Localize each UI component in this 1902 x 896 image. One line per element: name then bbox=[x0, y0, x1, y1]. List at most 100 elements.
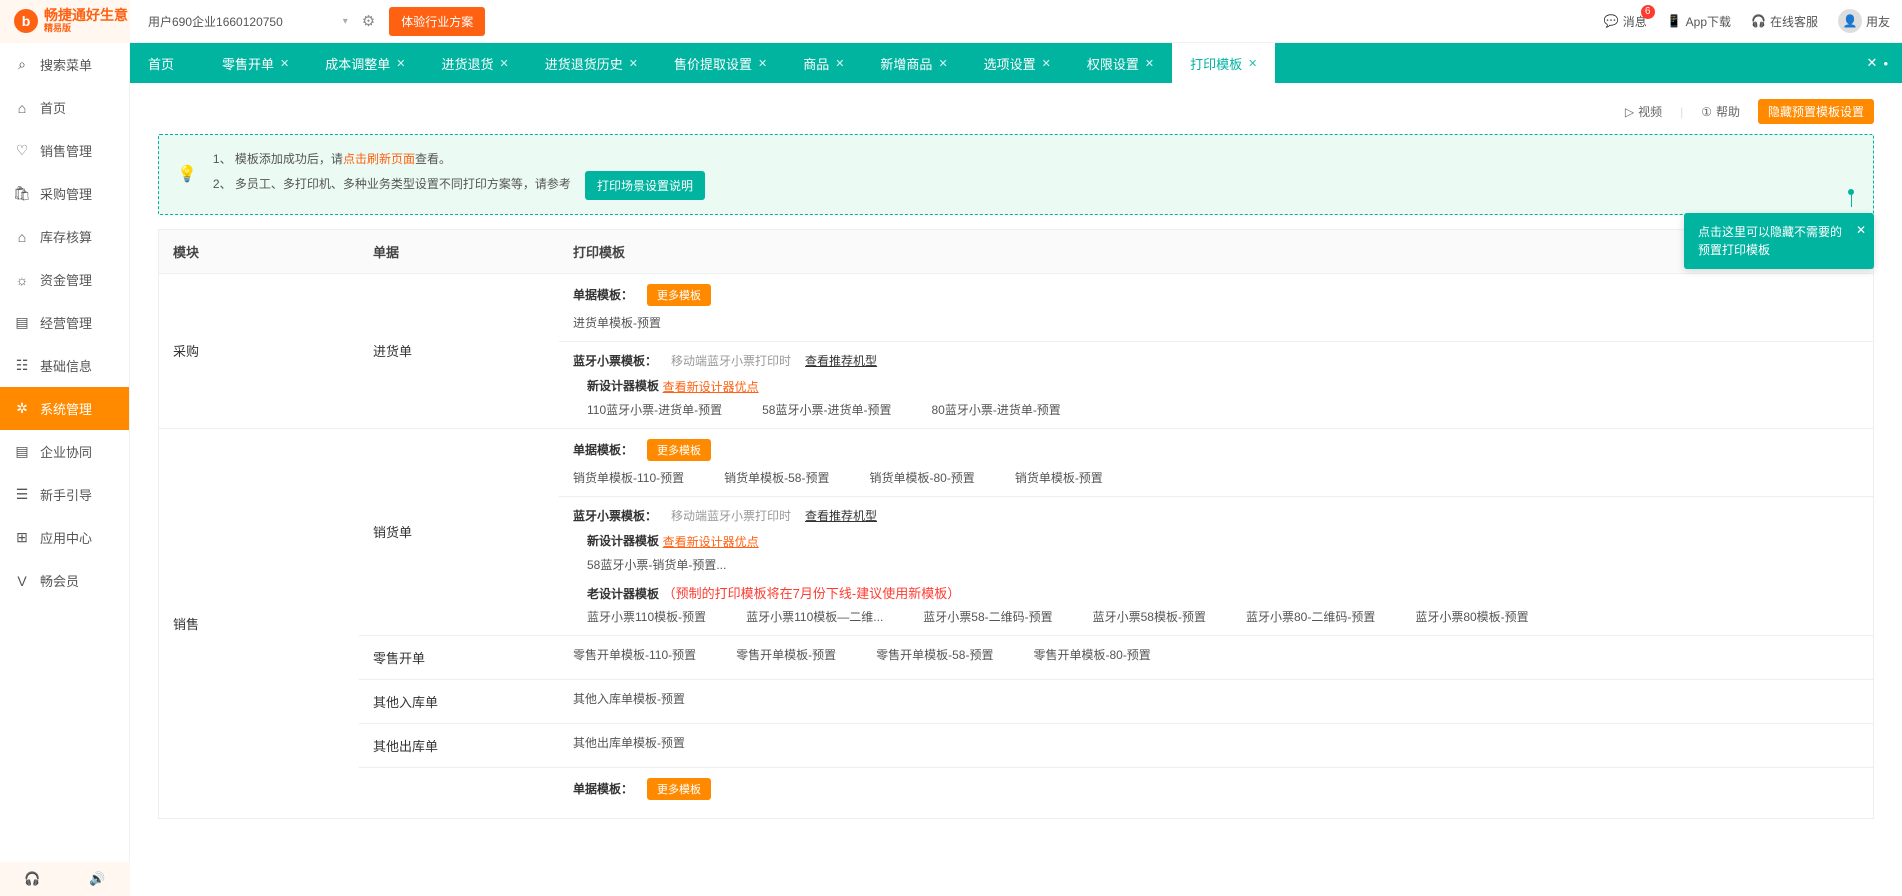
template-item[interactable]: 蓝牙小票80模板-预置 bbox=[1415, 608, 1528, 625]
new-designer-link[interactable]: 查看新设计器优点 bbox=[663, 380, 759, 394]
sidebar-item-label: 首页 bbox=[40, 98, 66, 117]
more-template-button[interactable]: 更多模板 bbox=[647, 439, 711, 461]
template-item[interactable]: 58蓝牙小票-销货单-预置... bbox=[587, 556, 726, 573]
chat-icon: 💬 bbox=[1604, 14, 1619, 28]
video-link[interactable]: ▷视频 bbox=[1625, 103, 1662, 120]
tab-close-icon[interactable]: ✕ bbox=[629, 57, 638, 70]
tab-6[interactable]: 商品✕ bbox=[785, 43, 862, 83]
tab-2[interactable]: 成本调整单✕ bbox=[307, 43, 423, 83]
menu-icon: 🛍 bbox=[14, 186, 30, 202]
template-item[interactable]: 销货单模板-110-预置 bbox=[573, 469, 684, 486]
template-item[interactable]: 蓝牙小票80-二维码-预置 bbox=[1246, 608, 1375, 625]
tab-4[interactable]: 进货退货历史✕ bbox=[527, 43, 656, 83]
tab-close-icon[interactable]: ✕ bbox=[835, 57, 844, 70]
gear-icon[interactable]: ⚙ bbox=[362, 12, 375, 30]
doc-cell: 销货单 bbox=[359, 429, 559, 635]
tab-close-icon[interactable]: ✕ bbox=[1248, 57, 1257, 70]
tab-close-icon[interactable]: ✕ bbox=[500, 57, 509, 70]
messages-link[interactable]: 💬 消息 6 bbox=[1604, 13, 1647, 30]
sidebar-item-0[interactable]: ⌕搜索菜单 bbox=[0, 43, 129, 86]
help-link[interactable]: ①帮助 bbox=[1701, 103, 1740, 120]
template-item[interactable]: 零售开单模板-预置 bbox=[736, 646, 836, 663]
sidebar-item-4[interactable]: ⌂库存核算 bbox=[0, 215, 129, 258]
user-menu[interactable]: 👤 用友 bbox=[1838, 9, 1890, 33]
recommend-link[interactable]: 查看推荐机型 bbox=[805, 507, 877, 524]
sidebar-item-2[interactable]: ♡销售管理 bbox=[0, 129, 129, 172]
sidebar-item-9[interactable]: ▤企业协同 bbox=[0, 430, 129, 473]
tab-5[interactable]: 售价提取设置✕ bbox=[656, 43, 785, 83]
try-industry-button[interactable]: 体验行业方案 bbox=[389, 7, 485, 36]
tab-10[interactable]: 打印模板 ✕ bbox=[1172, 43, 1275, 83]
tab-9[interactable]: 权限设置✕ bbox=[1069, 43, 1172, 83]
template-item[interactable]: 零售开单模板-110-预置 bbox=[573, 646, 696, 663]
section-head: 单据模板：更多模板 bbox=[573, 439, 1859, 461]
brand-logo[interactable]: b 畅捷通好生意 精易版 bbox=[0, 0, 130, 43]
popover-close-icon[interactable]: ✕ bbox=[1856, 221, 1866, 239]
template-item[interactable]: 零售开单模板-58-预置 bbox=[876, 646, 993, 663]
sidebar-item-11[interactable]: ⊞应用中心 bbox=[0, 516, 129, 559]
template-item[interactable]: 58蓝牙小票-进货单-预置 bbox=[762, 401, 891, 418]
sidebar-item-12[interactable]: V畅会员 bbox=[0, 559, 129, 602]
template-item[interactable]: 销货单模板-80-预置 bbox=[869, 469, 974, 486]
template-list: 其他出库单模板-预置 bbox=[573, 734, 1859, 751]
template-item[interactable]: 零售开单模板-80-预置 bbox=[1033, 646, 1150, 663]
refresh-link[interactable]: 点击刷新页面 bbox=[343, 152, 415, 166]
module-cell: 销售 bbox=[159, 429, 359, 818]
hide-preset-button[interactable]: 隐藏预置模板设置 bbox=[1758, 99, 1874, 124]
sidebar-item-6[interactable]: ▤经营管理 bbox=[0, 301, 129, 344]
template-item[interactable]: 其他入库单模板-预置 bbox=[573, 690, 685, 707]
tab-close-icon[interactable]: ✕ bbox=[758, 57, 767, 70]
template-cell: 其他入库单模板-预置 bbox=[559, 680, 1873, 723]
sidebar-item-label: 采购管理 bbox=[40, 184, 92, 203]
sidebar-item-7[interactable]: ☷基础信息 bbox=[0, 344, 129, 387]
template-item[interactable]: 进货单模板-预置 bbox=[573, 314, 661, 331]
sidebar-item-5[interactable]: ☼资金管理 bbox=[0, 258, 129, 301]
template-item[interactable]: 其他出库单模板-预置 bbox=[573, 734, 685, 751]
print-scene-button[interactable]: 打印场景设置说明 bbox=[585, 171, 705, 200]
sidebar-footer-right[interactable]: 🔊 bbox=[65, 862, 130, 896]
menu-icon: ▤ bbox=[14, 315, 30, 331]
account-selector[interactable]: 用户690企业1660120750 ▾ bbox=[148, 13, 348, 30]
tab-close-icon[interactable]: ✕ bbox=[1042, 57, 1051, 70]
doc-row: 零售开单零售开单模板-110-预置零售开单模板-预置零售开单模板-58-预置零售… bbox=[359, 635, 1873, 679]
tab-7[interactable]: 新增商品✕ bbox=[862, 43, 965, 83]
template-item[interactable]: 蓝牙小票58模板-预置 bbox=[1093, 608, 1206, 625]
tab-label: 打印模板 bbox=[1190, 54, 1242, 73]
tab-0[interactable]: 首页 bbox=[130, 43, 204, 83]
sidebar-item-3[interactable]: 🛍 采购管理 bbox=[0, 172, 129, 215]
tab-close-icon[interactable]: ✕ bbox=[280, 57, 289, 70]
template-item[interactable]: 销货单模板-58-预置 bbox=[724, 469, 829, 486]
tab-3[interactable]: 进货退货✕ bbox=[423, 43, 526, 83]
template-item[interactable]: 蓝牙小票110模板-预置 bbox=[587, 608, 706, 625]
sidebar-item-10[interactable]: ☰新手引导 bbox=[0, 473, 129, 516]
sidebar-item-1[interactable]: ⌂首页 bbox=[0, 86, 129, 129]
user-label: 用友 bbox=[1866, 13, 1890, 30]
template-item[interactable]: 蓝牙小票110模板—二维... bbox=[746, 608, 883, 625]
sidebar-item-8[interactable]: ✲系统管理 bbox=[0, 387, 129, 430]
tab-close-icon[interactable]: ✕ bbox=[938, 57, 947, 70]
section-head: 蓝牙小票模板：移动端蓝牙小票打印时查看推荐机型 bbox=[573, 507, 1859, 524]
tab-8[interactable]: 选项设置✕ bbox=[966, 43, 1069, 83]
online-cs-link[interactable]: 🎧 在线客服 bbox=[1751, 13, 1818, 30]
new-designer-link[interactable]: 查看新设计器优点 bbox=[663, 535, 759, 549]
template-item[interactable]: 销货单模板-预置 bbox=[1015, 469, 1103, 486]
recommend-link[interactable]: 查看推荐机型 bbox=[805, 352, 877, 369]
tab-label: 首页 bbox=[148, 54, 174, 73]
sidebar-footer-left[interactable]: 🎧 bbox=[0, 862, 65, 896]
more-template-button[interactable]: 更多模板 bbox=[647, 778, 711, 800]
template-item[interactable]: 蓝牙小票58-二维码-预置 bbox=[923, 608, 1052, 625]
template-cell: 单据模板：更多模板 bbox=[559, 768, 1873, 818]
template-item[interactable]: 80蓝牙小票-进货单-预置 bbox=[931, 401, 1060, 418]
sidebar-item-label: 库存核算 bbox=[40, 227, 92, 246]
tab-close-icon[interactable]: ✕ bbox=[396, 57, 405, 70]
module-row: 采购进货单单据模板：更多模板进货单模板-预置蓝牙小票模板：移动端蓝牙小票打印时查… bbox=[159, 273, 1873, 428]
tab-close-icon[interactable]: ✕ bbox=[1145, 57, 1154, 70]
more-template-button[interactable]: 更多模板 bbox=[647, 284, 711, 306]
tab-1[interactable]: 零售开单✕ bbox=[204, 43, 307, 83]
app-download-link[interactable]: 📱 App下载 bbox=[1667, 13, 1731, 30]
tabbar-right[interactable]: ✕ • bbox=[1853, 43, 1902, 83]
banner-line-2: 2、 多员工、多打印机、多种业务类型设置不同打印方案等，请参考 打印场景设置说明 bbox=[213, 171, 1855, 200]
menu-icon: ☰ bbox=[14, 487, 30, 503]
template-item[interactable]: 110蓝牙小票-进货单-预置 bbox=[587, 401, 722, 418]
headset-icon: 🎧 bbox=[1751, 14, 1766, 28]
